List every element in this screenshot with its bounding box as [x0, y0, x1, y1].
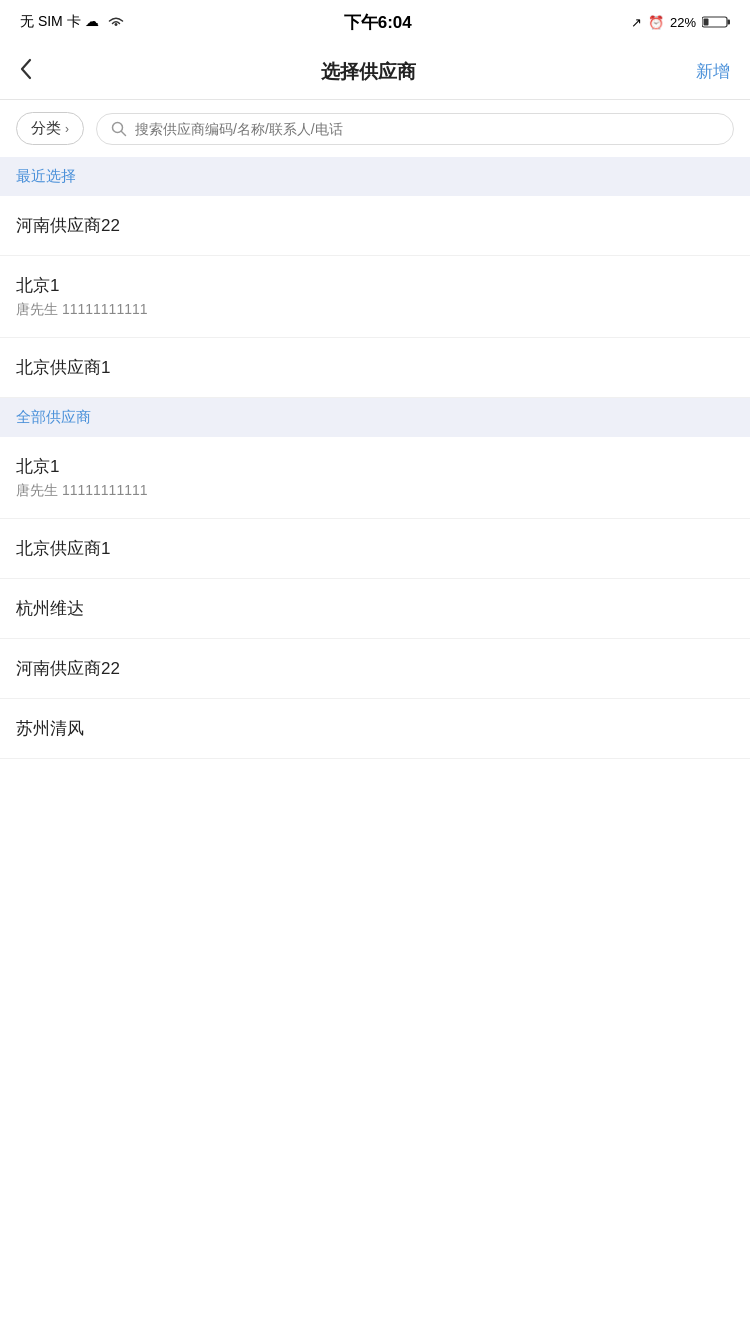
list-item[interactable]: 杭州维达: [0, 579, 750, 639]
all-section-label: 全部供应商: [16, 408, 91, 425]
list-item[interactable]: 北京1 唐先生 11111111111: [0, 437, 750, 519]
sim-text: 无 SIM 卡 ☁: [20, 13, 99, 31]
svg-rect-2: [704, 19, 709, 26]
wifi-icon: [107, 15, 125, 29]
item-name: 苏州清风: [16, 717, 734, 740]
list-item[interactable]: 苏州清风: [0, 699, 750, 759]
location-icon: ↗: [631, 15, 642, 30]
all-items-list: 北京1 唐先生 11111111111 北京供应商1 杭州维达河南供应商22 苏州清风: [0, 437, 750, 759]
chevron-right-icon: ›: [65, 122, 69, 136]
item-name: 河南供应商22: [16, 657, 734, 680]
list-item[interactable]: 河南供应商22: [0, 196, 750, 256]
svg-line-4: [122, 131, 126, 135]
list-item[interactable]: 北京1 唐先生 11111111111: [0, 256, 750, 338]
recent-items-list: 河南供应商22 北京1 唐先生 11111111111 北京供应商1: [0, 196, 750, 398]
battery-text: 22%: [670, 15, 696, 30]
status-right: ↗ ⏰ 22%: [631, 15, 730, 30]
recent-section-header: 最近选择: [0, 157, 750, 196]
item-sub: 唐先生 11111111111: [16, 482, 734, 500]
list-item[interactable]: 北京供应商1: [0, 338, 750, 398]
list-item[interactable]: 北京供应商1: [0, 519, 750, 579]
item-name: 杭州维达: [16, 597, 734, 620]
item-name: 北京1: [16, 274, 734, 297]
page-title: 选择供应商: [321, 59, 416, 85]
item-name: 河南供应商22: [16, 214, 734, 237]
filter-bar: 分类 ›: [0, 100, 750, 157]
alarm-icon: ⏰: [648, 15, 664, 30]
category-label: 分类: [31, 119, 61, 138]
status-time: 下午6:04: [344, 11, 412, 34]
add-button[interactable]: 新增: [696, 60, 730, 83]
svg-rect-1: [728, 20, 731, 25]
all-section-header: 全部供应商: [0, 398, 750, 437]
category-button[interactable]: 分类 ›: [16, 112, 84, 145]
recent-section-label: 最近选择: [16, 167, 76, 184]
list-item[interactable]: 河南供应商22: [0, 639, 750, 699]
status-left: 无 SIM 卡 ☁: [20, 13, 125, 31]
nav-bar: 选择供应商 新增: [0, 44, 750, 100]
back-button[interactable]: [12, 50, 40, 94]
item-sub: 唐先生 11111111111: [16, 301, 734, 319]
item-name: 北京供应商1: [16, 356, 734, 379]
battery-icon: [702, 15, 730, 29]
item-name: 北京供应商1: [16, 537, 734, 560]
item-name: 北京1: [16, 455, 734, 478]
search-box: [96, 113, 734, 145]
search-icon: [111, 121, 127, 137]
status-bar: 无 SIM 卡 ☁ 下午6:04 ↗ ⏰ 22%: [0, 0, 750, 44]
search-input[interactable]: [135, 121, 719, 137]
